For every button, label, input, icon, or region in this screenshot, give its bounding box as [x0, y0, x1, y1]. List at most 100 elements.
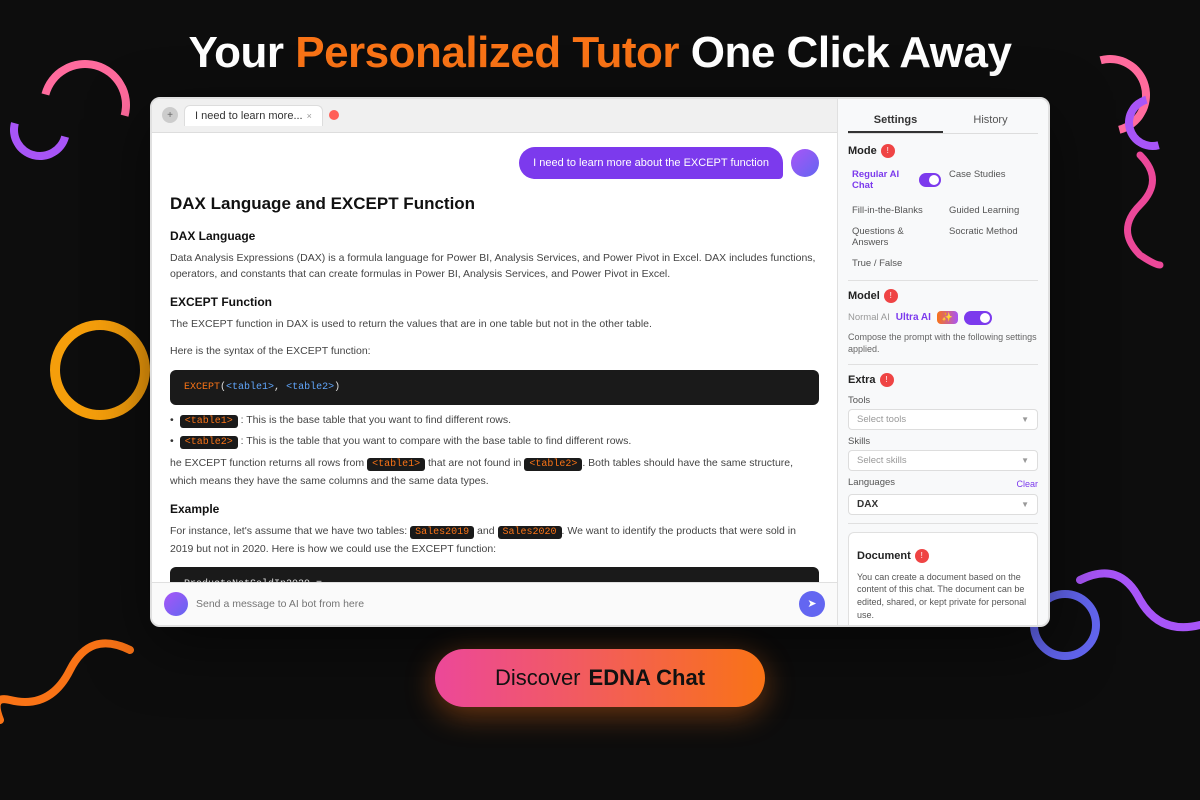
- bullet-1: • <table1> : This is the base table that…: [170, 413, 819, 429]
- mode-qa[interactable]: Questions & Answers: [848, 223, 941, 251]
- tab-bar: + I need to learn more... ×: [152, 99, 837, 133]
- model-options-row: Normal AI Ultra AI ✨: [848, 311, 1038, 325]
- bot-icon: [164, 592, 188, 616]
- languages-label: Languages: [848, 477, 895, 488]
- bullet2-code: <table2>: [180, 436, 238, 449]
- description-text: he EXCEPT function returns all rows from…: [170, 455, 819, 490]
- mode-fill-blanks[interactable]: Fill-in-the-Blanks: [848, 202, 941, 219]
- app-screenshot: + I need to learn more... × I need to le…: [150, 97, 1050, 627]
- active-tab[interactable]: I need to learn more... ×: [184, 105, 323, 126]
- extra-badge: !: [880, 373, 894, 387]
- bullet1-code: <table1>: [180, 415, 238, 428]
- tools-label: Tools: [848, 395, 1038, 406]
- sales2019-inline: Sales2019: [410, 526, 474, 539]
- window-minimize-button[interactable]: [329, 110, 339, 120]
- mode-truefalse[interactable]: True / False: [848, 255, 941, 272]
- syntax-label: Here is the syntax of the EXCEPT functio…: [170, 343, 819, 360]
- code-param2: <table2>: [286, 382, 334, 393]
- tools-dropdown[interactable]: Select tools ▼: [848, 409, 1038, 430]
- headline-part1: Your: [189, 28, 296, 77]
- extra-label: Extra: [848, 374, 876, 386]
- chat-panel: + I need to learn more... × I need to le…: [152, 99, 838, 625]
- mode-regular-ai[interactable]: Regular AI Chat: [848, 166, 913, 194]
- headline-highlight: Personalized Tutor: [295, 28, 679, 77]
- language-dropdown-arrow: ▼: [1021, 500, 1029, 509]
- code-keyword: EXCEPT: [184, 382, 220, 393]
- model-note: Compose the prompt with the following se…: [848, 331, 1038, 356]
- discover-cta-button[interactable]: Discover EDNA Chat: [435, 649, 765, 707]
- ultra-ai-option[interactable]: Ultra AI: [896, 312, 931, 323]
- user-avatar: [791, 149, 819, 177]
- language-value: DAX: [857, 499, 878, 510]
- language-clear-button[interactable]: Clear: [1016, 479, 1038, 489]
- language-row: Languages Clear: [848, 477, 1038, 491]
- new-tab-button[interactable]: +: [162, 107, 178, 123]
- headline: Your Personalized Tutor One Click Away: [0, 0, 1200, 97]
- mode-options-grid: Regular AI Chat Case Studies Fill-in-the…: [848, 166, 1038, 272]
- chat-input-bar: ➤: [152, 582, 837, 625]
- tab-close-icon[interactable]: ×: [307, 111, 312, 121]
- chat-content: I need to learn more about the EXCEPT fu…: [152, 133, 837, 582]
- normal-ai-option[interactable]: Normal AI: [848, 312, 890, 323]
- example-intro-text: For instance, let's assume that we have …: [170, 523, 819, 558]
- dax-subtitle: DAX Language: [170, 227, 819, 245]
- except-description: The EXCEPT function in DAX is used to re…: [170, 316, 819, 333]
- divider-1: [848, 280, 1038, 281]
- model-badge: !: [884, 289, 898, 303]
- document-section: Document ! You can create a document bas…: [848, 532, 1038, 625]
- model-label: Model: [848, 290, 880, 302]
- skills-dropdown[interactable]: Select skills ▼: [848, 450, 1038, 471]
- response-title: DAX Language and EXCEPT Function: [170, 191, 819, 217]
- model-section-header: Model !: [848, 289, 1038, 303]
- language-dropdown[interactable]: DAX ▼: [848, 494, 1038, 515]
- skills-dropdown-arrow: ▼: [1021, 456, 1029, 465]
- cta-prefix: Discover: [495, 665, 581, 691]
- tools-placeholder: Select tools: [857, 414, 906, 425]
- example-code-block: ProductsNotSoldIn2029 = EXCEPT( VALUES(S…: [170, 567, 819, 581]
- chat-input[interactable]: [196, 598, 791, 610]
- history-tab[interactable]: History: [943, 109, 1038, 133]
- inline-table2: <table2>: [524, 458, 582, 471]
- mode-regular-row: Regular AI Chat: [848, 166, 941, 194]
- bullet2-text: : This is the table that you want to com…: [241, 435, 632, 447]
- sales2020-inline: Sales2020: [498, 526, 562, 539]
- mode-label: Mode: [848, 145, 877, 157]
- dax-description: Data Analysis Expressions (DAX) is a for…: [170, 250, 819, 284]
- mode-toggle[interactable]: [919, 173, 941, 187]
- user-message: I need to learn more about the EXCEPT fu…: [170, 147, 819, 180]
- divider-3: [848, 523, 1038, 524]
- example-subtitle: Example: [170, 500, 819, 518]
- ai-response: DAX Language and EXCEPT Function DAX Lan…: [170, 191, 819, 582]
- document-description: You can create a document based on the c…: [857, 571, 1029, 621]
- code-param1: <table1>: [226, 382, 274, 393]
- skills-label: Skills: [848, 436, 1038, 447]
- extra-section-header: Extra !: [848, 373, 1038, 387]
- tab-label: I need to learn more...: [195, 110, 303, 122]
- mode-badge: !: [881, 144, 895, 158]
- user-message-bubble: I need to learn more about the EXCEPT fu…: [519, 147, 783, 180]
- bullet1-text: : This is the base table that you want t…: [241, 414, 511, 426]
- settings-tab[interactable]: Settings: [848, 109, 943, 133]
- mode-guided[interactable]: Guided Learning: [945, 202, 1038, 219]
- cta-container: Discover EDNA Chat: [0, 649, 1200, 707]
- settings-sidebar: Settings History Mode ! Regular AI Chat …: [838, 99, 1048, 625]
- mode-case-studies[interactable]: Case Studies: [945, 166, 1038, 198]
- send-button[interactable]: ➤: [799, 591, 825, 617]
- mode-socratic[interactable]: Socratic Method: [945, 223, 1038, 251]
- document-label: Document: [857, 550, 911, 562]
- ultra-badge: ✨: [937, 311, 958, 324]
- cta-bold: EDNA Chat: [589, 665, 706, 691]
- main-content-area: + I need to learn more... × I need to le…: [0, 97, 1200, 627]
- skills-placeholder: Select skills: [857, 455, 907, 466]
- syntax-code-block: EXCEPT(<table1>, <table2>): [170, 370, 819, 405]
- divider-2: [848, 364, 1038, 365]
- bullet-2: • <table2> : This is the table that you …: [170, 434, 819, 450]
- mode-section-header: Mode !: [848, 144, 1038, 158]
- document-section-header: Document !: [857, 549, 1029, 563]
- model-toggle[interactable]: [964, 311, 992, 325]
- except-subtitle: EXCEPT Function: [170, 293, 819, 311]
- inline-table1: <table1>: [367, 458, 425, 471]
- sidebar-tab-bar: Settings History: [848, 109, 1038, 134]
- tools-dropdown-arrow: ▼: [1021, 415, 1029, 424]
- headline-part3: One Click Away: [679, 28, 1011, 77]
